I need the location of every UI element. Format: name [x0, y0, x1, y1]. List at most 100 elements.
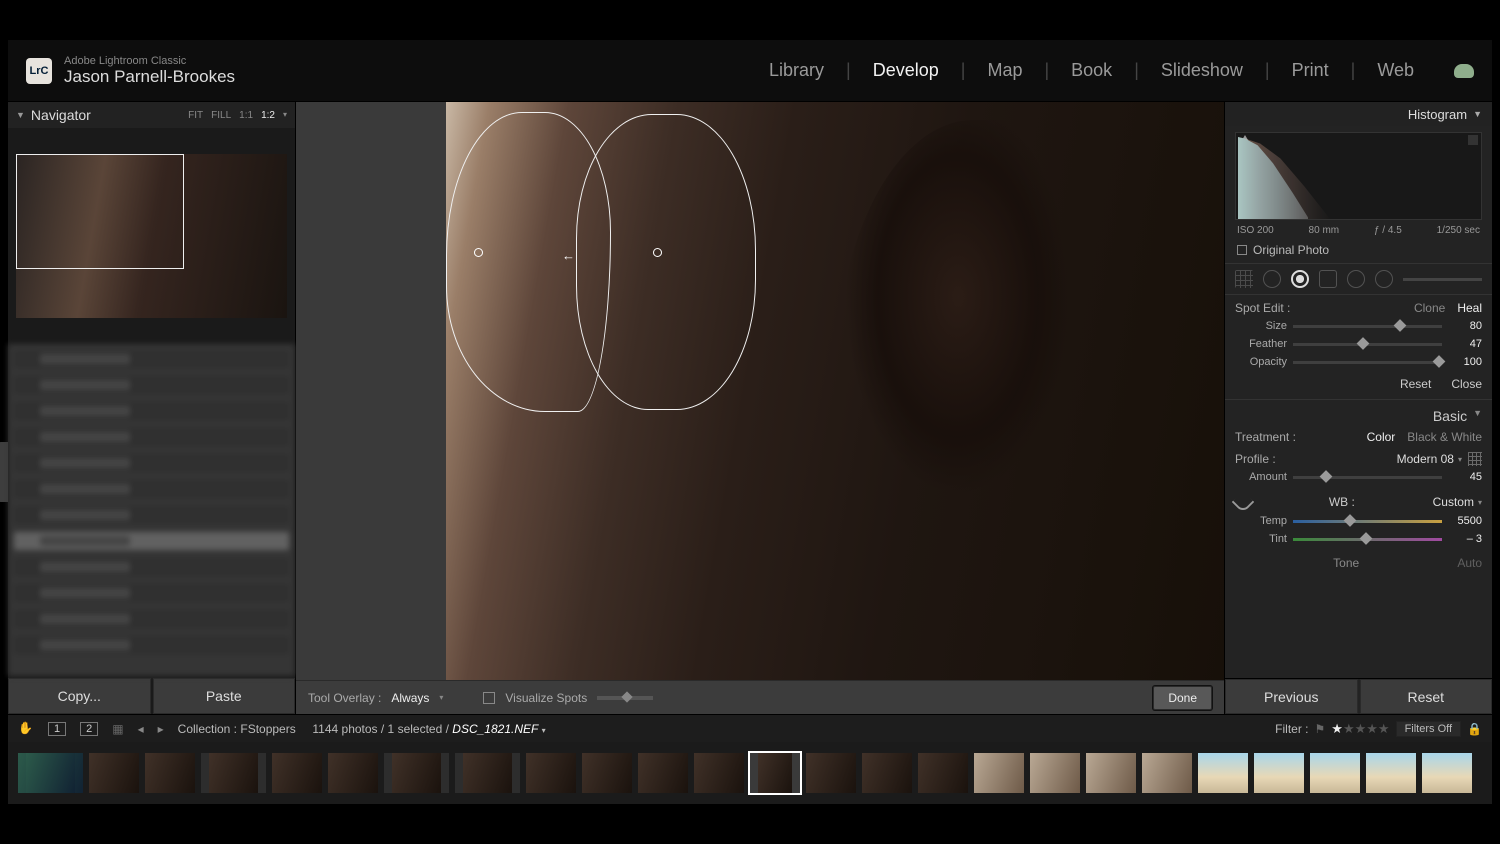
list-item[interactable]	[14, 584, 289, 602]
rating-filter[interactable]: ★★★★★	[1331, 721, 1389, 737]
thumbnail[interactable]	[1142, 753, 1192, 793]
list-item[interactable]	[14, 350, 289, 368]
thumbnail[interactable]	[272, 753, 322, 793]
cloud-sync-icon[interactable]	[1454, 64, 1474, 78]
thumbnail[interactable]	[806, 753, 856, 793]
thumbnail[interactable]	[1086, 753, 1136, 793]
thumbnail[interactable]	[384, 753, 449, 793]
thumbnail[interactable]	[18, 753, 83, 793]
module-library[interactable]: Library	[769, 60, 824, 81]
nav-back-icon[interactable]: ◂	[138, 722, 144, 736]
module-slideshow[interactable]: Slideshow	[1161, 60, 1243, 81]
thumbnail[interactable]	[582, 753, 632, 793]
highlight-clip-icon[interactable]	[1468, 135, 1478, 145]
list-item[interactable]	[14, 558, 289, 576]
thumbnail[interactable]	[862, 753, 912, 793]
tool-overlay-value[interactable]: Always	[391, 691, 429, 705]
thumbnail[interactable]	[201, 753, 266, 793]
crop-tool-icon[interactable]	[1235, 270, 1253, 288]
thumbnail[interactable]	[694, 753, 744, 793]
collections-list[interactable]	[8, 344, 295, 676]
previous-button[interactable]: Previous	[1225, 679, 1358, 714]
navigator-viewport-frame[interactable]	[16, 154, 184, 269]
thumbnail[interactable]	[1030, 753, 1080, 793]
histogram-header[interactable]: Histogram ▼	[1225, 102, 1492, 126]
left-panel-handle[interactable]	[0, 442, 8, 502]
thumbnail[interactable]	[638, 753, 688, 793]
thumbnail[interactable]	[1422, 753, 1472, 793]
thumbnail[interactable]	[89, 753, 139, 793]
amount-slider[interactable]: Amount 45	[1235, 468, 1482, 486]
thumbnail-selected[interactable]	[750, 753, 800, 793]
zoom-1to1[interactable]: 1:1	[239, 110, 253, 121]
clone-mode[interactable]: Clone	[1414, 301, 1445, 315]
module-print[interactable]: Print	[1292, 60, 1329, 81]
image-canvas[interactable]: ←	[296, 102, 1224, 680]
tint-slider[interactable]: Tint – 3	[1235, 530, 1482, 548]
thumbnail[interactable]	[974, 753, 1024, 793]
zoom-menu-icon[interactable]: ▾	[283, 110, 287, 121]
radial-filter-icon[interactable]	[1375, 270, 1393, 288]
filmstrip[interactable]	[8, 742, 1492, 804]
spot-tool-icon[interactable]	[1263, 270, 1281, 288]
zoom-1to2[interactable]: 1:2	[261, 110, 275, 121]
profile-browser-icon[interactable]	[1468, 452, 1482, 466]
zoom-fit[interactable]: FIT	[188, 110, 203, 121]
treatment-color[interactable]: Color	[1367, 430, 1396, 444]
filters-off-dropdown[interactable]: Filters Off	[1396, 721, 1461, 737]
wb-value[interactable]: Custom	[1433, 495, 1474, 509]
list-item[interactable]	[14, 428, 289, 446]
copy-button[interactable]: Copy...	[8, 678, 151, 714]
chevron-down-icon[interactable]: ▾	[439, 693, 443, 702]
basic-title[interactable]: Basic	[1433, 408, 1467, 424]
nav-fwd-icon[interactable]: ▸	[158, 722, 164, 736]
list-item[interactable]	[14, 610, 289, 628]
display-1-icon[interactable]: 1	[48, 722, 66, 736]
treatment-bw[interactable]: Black & White	[1407, 430, 1482, 444]
display-2-icon[interactable]: 2	[80, 722, 98, 736]
heal-pin-target[interactable]	[653, 248, 662, 257]
graduated-filter-icon[interactable]	[1347, 270, 1365, 288]
list-item-selected[interactable]	[14, 532, 289, 550]
thumbnail[interactable]	[455, 753, 520, 793]
heal-target-outline[interactable]	[576, 114, 756, 410]
thumbnail[interactable]	[1366, 753, 1416, 793]
reset-button[interactable]: Reset	[1360, 679, 1493, 714]
module-book[interactable]: Book	[1071, 60, 1112, 81]
visualize-spots-checkbox[interactable]	[483, 692, 495, 704]
flag-filter-icon[interactable]: ⚑	[1315, 722, 1326, 736]
done-button[interactable]: Done	[1153, 686, 1212, 710]
heal-pin-source[interactable]	[474, 248, 483, 257]
thumbnail[interactable]	[918, 753, 968, 793]
list-item[interactable]	[14, 454, 289, 472]
list-item[interactable]	[14, 506, 289, 524]
navigator-header[interactable]: ▼ Navigator FIT FILL 1:1 1:2 ▾	[8, 102, 295, 128]
paste-button[interactable]: Paste	[153, 678, 296, 714]
heal-mode[interactable]: Heal	[1457, 301, 1482, 315]
zoom-fill[interactable]: FILL	[211, 110, 231, 121]
thumbnail[interactable]	[1198, 753, 1248, 793]
redeye-tool-icon[interactable]	[1319, 270, 1337, 288]
list-item[interactable]	[14, 402, 289, 420]
source-info[interactable]: Collection : FStoppers 1144 photos / 1 s…	[178, 722, 546, 736]
auto-tone-button[interactable]: Auto	[1457, 556, 1482, 570]
module-develop[interactable]: Develop	[873, 60, 939, 81]
thumbnail[interactable]	[328, 753, 378, 793]
list-item[interactable]	[14, 636, 289, 654]
secondary-display-icon[interactable]: ✋	[18, 721, 34, 737]
brush-size-slider[interactable]	[1403, 278, 1482, 281]
chevron-down-icon[interactable]: ▾	[1458, 455, 1462, 464]
thumbnail[interactable]	[145, 753, 195, 793]
spot-close-button[interactable]: Close	[1451, 377, 1482, 391]
spot-reset-button[interactable]: Reset	[1400, 377, 1431, 391]
opacity-slider[interactable]: Opacity 100	[1235, 353, 1482, 371]
eyedropper-icon[interactable]	[1232, 491, 1255, 514]
chevron-down-icon[interactable]: ▾	[542, 726, 546, 735]
filter-lock-icon[interactable]: 🔒	[1467, 722, 1482, 736]
list-item[interactable]	[14, 376, 289, 394]
thumbnail[interactable]	[1254, 753, 1304, 793]
thumbnail[interactable]	[1310, 753, 1360, 793]
spot-tool-active-icon[interactable]	[1291, 270, 1309, 288]
temp-slider[interactable]: Temp 5500	[1235, 512, 1482, 530]
module-map[interactable]: Map	[987, 60, 1022, 81]
